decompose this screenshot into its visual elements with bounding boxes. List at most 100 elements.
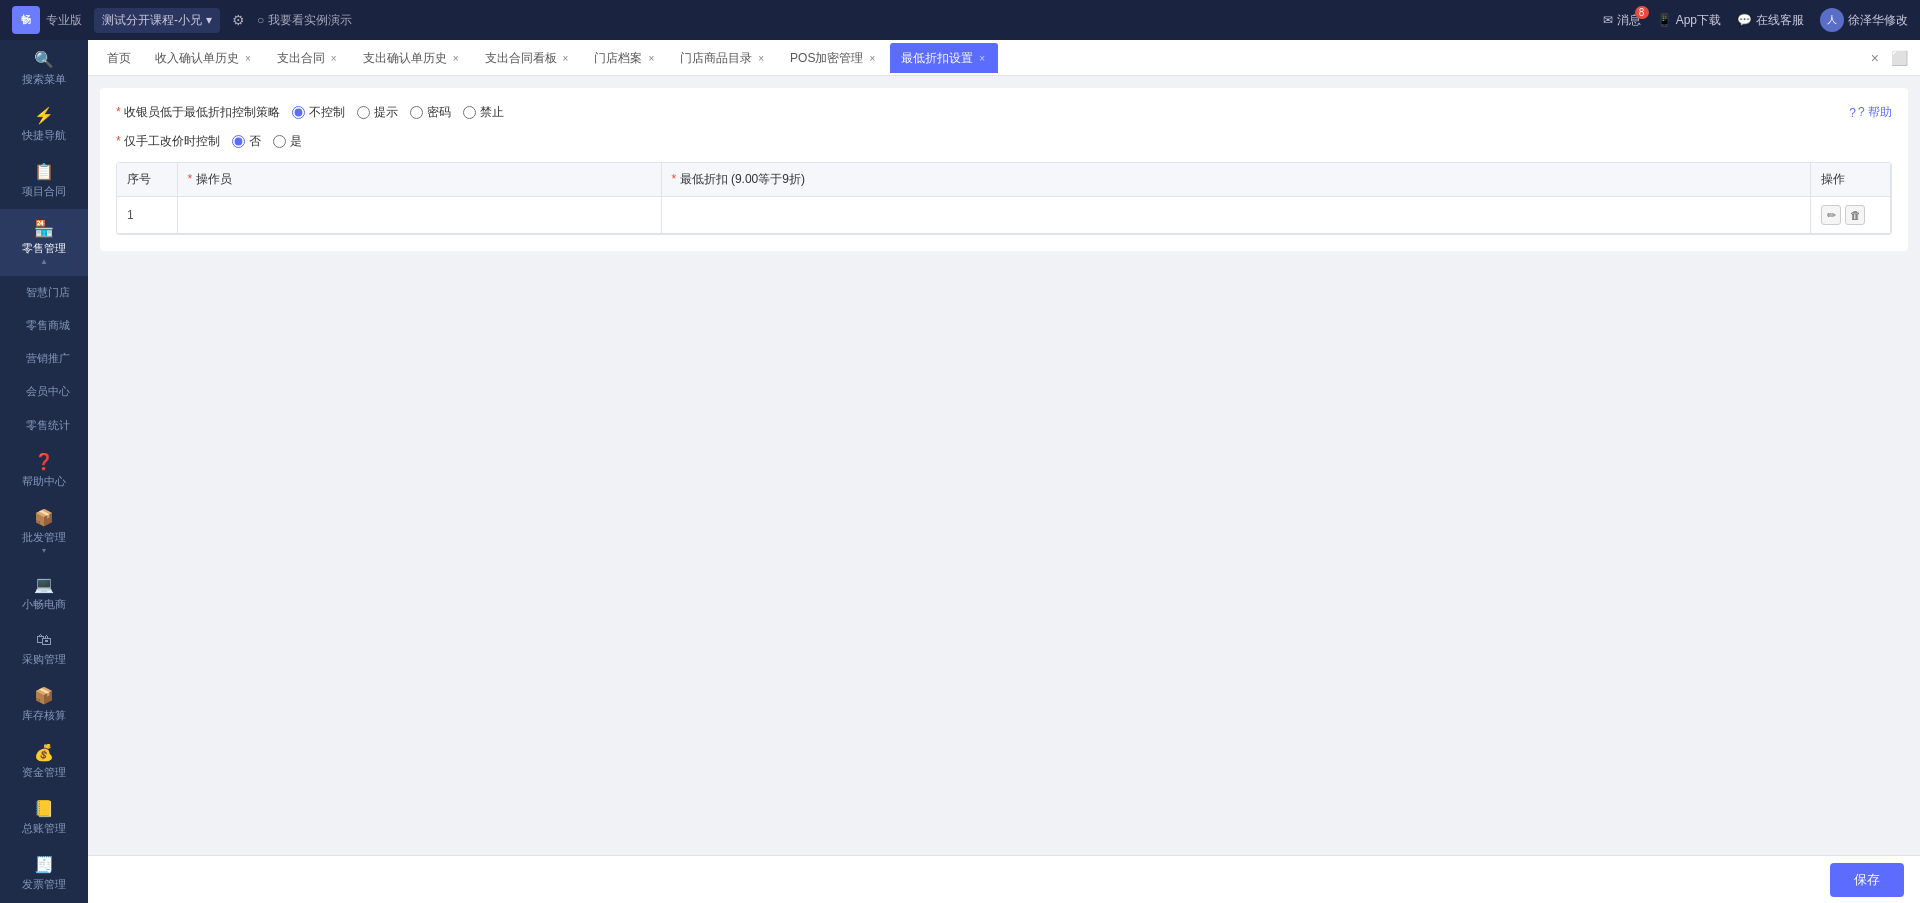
message-action[interactable]: ✉ 消息 8: [1603, 12, 1641, 29]
edit-row-button[interactable]: ✏: [1821, 205, 1841, 225]
tab-payment-board-label: 支出合同看板: [485, 50, 557, 67]
batch-icon: 📦: [34, 508, 54, 527]
tab-payment-history-close[interactable]: ×: [451, 53, 461, 64]
tab-home[interactable]: 首页: [96, 43, 142, 73]
sidebar-label-invoice: 发票管理: [22, 878, 66, 891]
radio-manual-yes-input[interactable]: [273, 135, 286, 148]
settings-icon[interactable]: ⚙: [232, 12, 245, 28]
tab-store-catalog[interactable]: 门店商品目录 ×: [669, 43, 777, 73]
tab-pos-password-close[interactable]: ×: [867, 53, 877, 64]
purchase-icon: 🛍: [36, 631, 52, 649]
tab-store-file-close[interactable]: ×: [646, 53, 656, 64]
manual-label: * 仅手工改价时控制: [116, 133, 220, 150]
radio-password[interactable]: 密码: [410, 104, 451, 121]
sidebar-item-retail[interactable]: 🏪 零售管理 ▲: [0, 209, 88, 276]
tab-store-catalog-close[interactable]: ×: [756, 53, 766, 64]
delete-row-button[interactable]: 🗑: [1845, 205, 1865, 225]
sidebar-label-smart-store: 智慧门店: [26, 286, 70, 299]
radio-remind-input[interactable]: [357, 106, 370, 119]
manual-required-mark: *: [116, 134, 124, 148]
sidebar-label-ledger: 总账管理: [22, 822, 66, 835]
discount-table: 序号 * 操作员 * 最低折扣 (9.00等于9折) 操作: [117, 163, 1891, 234]
tab-payment-history[interactable]: 支出确认单历史 ×: [352, 43, 472, 73]
project-name: 测试分开课程-小兄: [102, 12, 202, 29]
demo-label: 我要看实例演示: [268, 12, 352, 29]
row-actions: ✏ 🗑: [1821, 205, 1880, 225]
project-selector[interactable]: 测试分开课程-小兄 ▾: [94, 8, 220, 33]
sidebar-item-batch[interactable]: 📦 批发管理 ▾: [0, 498, 88, 565]
help-button[interactable]: ? ? 帮助: [1849, 104, 1892, 121]
tab-payment-contract[interactable]: 支出合同 ×: [266, 43, 350, 73]
sidebar-item-member[interactable]: 会员中心: [0, 375, 88, 408]
avatar: 人: [1820, 8, 1844, 32]
sidebar-item-inventory[interactable]: 📦 库存核算: [0, 676, 88, 732]
sidebar-label-ecommerce: 小畅电商: [22, 598, 66, 611]
user-profile[interactable]: 人 徐泽华修改: [1820, 8, 1908, 32]
min-discount-required-mark: *: [672, 172, 680, 186]
tab-store-file-label: 门店档案: [594, 50, 642, 67]
radio-no-control-label: 不控制: [309, 104, 345, 121]
app-download-action[interactable]: 📱 App下载: [1657, 12, 1721, 29]
main-layout: 🔍 搜索菜单 ⚡ 快捷导航 📋 项目合同 🏪 零售管理 ▲ 智慧门店 零售商城 …: [0, 40, 1920, 903]
sidebar-label-member: 会员中心: [26, 385, 70, 398]
tab-min-discount[interactable]: 最低折扣设置 ×: [890, 43, 998, 73]
tab-income-history[interactable]: 收入确认单历史 ×: [144, 43, 264, 73]
topbar-actions: ✉ 消息 8 📱 App下载 💬 在线客服 人 徐泽华修改: [1603, 8, 1908, 32]
online-service-label: 在线客服: [1756, 12, 1804, 29]
policy-radio-group: 不控制 提示 密码 禁止: [292, 104, 504, 121]
radio-remind[interactable]: 提示: [357, 104, 398, 121]
ecommerce-icon: 💻: [34, 575, 54, 594]
chevron-down-icon: ▾: [206, 13, 212, 27]
inventory-icon: 📦: [34, 686, 54, 705]
sidebar-item-smart-store[interactable]: 智慧门店: [0, 276, 88, 309]
tab-maximize-button[interactable]: ⬜: [1887, 48, 1912, 68]
tab-pos-password[interactable]: POS加密管理 ×: [779, 43, 888, 73]
sidebar-item-ecommerce[interactable]: 💻 小畅电商: [0, 565, 88, 621]
sidebar-item-retail-stats[interactable]: 零售统计: [0, 409, 88, 442]
tab-min-discount-close[interactable]: ×: [977, 53, 987, 64]
radio-password-input[interactable]: [410, 106, 423, 119]
policy-required-mark: *: [116, 105, 124, 119]
radio-manual-yes[interactable]: 是: [273, 133, 302, 150]
sidebar-label-marketing: 营销推广: [26, 352, 70, 365]
tab-payment-contract-close[interactable]: ×: [329, 53, 339, 64]
save-button[interactable]: 保存: [1830, 863, 1904, 897]
sidebar: 🔍 搜索菜单 ⚡ 快捷导航 📋 项目合同 🏪 零售管理 ▲ 智慧门店 零售商城 …: [0, 40, 88, 903]
sidebar-item-search[interactable]: 🔍 搜索菜单: [0, 40, 88, 96]
sidebar-item-ledger[interactable]: 📒 总账管理: [0, 789, 88, 845]
sidebar-item-project[interactable]: 📋 项目合同: [0, 152, 88, 208]
user-name: 徐泽华修改: [1848, 12, 1908, 29]
tab-payment-board[interactable]: 支出合同看板 ×: [474, 43, 582, 73]
sidebar-item-shortcut[interactable]: ⚡ 快捷导航: [0, 96, 88, 152]
radio-manual-no-input[interactable]: [232, 135, 245, 148]
tab-payment-board-close[interactable]: ×: [561, 53, 571, 64]
radio-manual-no[interactable]: 否: [232, 133, 261, 150]
sidebar-item-finance[interactable]: 💰 资金管理: [0, 733, 88, 789]
demo-link[interactable]: ○ 我要看实例演示: [257, 12, 352, 29]
tab-income-history-close[interactable]: ×: [243, 53, 253, 64]
online-service-action[interactable]: 💬 在线客服: [1737, 12, 1804, 29]
table-row: 1 ✏ 🗑: [117, 197, 1891, 234]
radio-no-control-input[interactable]: [292, 106, 305, 119]
sidebar-item-online-shop[interactable]: 零售商城: [0, 309, 88, 342]
col-header-seq: 序号: [117, 163, 177, 197]
radio-no-control[interactable]: 不控制: [292, 104, 345, 121]
manual-radio-group: 否 是: [232, 133, 302, 150]
settings-card: * 收银员低于最低折扣控制策略 不控制 提示 密码: [100, 88, 1908, 251]
tab-home-label: 首页: [107, 50, 131, 67]
operator-required-mark: *: [188, 172, 196, 186]
sidebar-item-help[interactable]: ❓ 帮助中心: [0, 442, 88, 498]
radio-forbid[interactable]: 禁止: [463, 104, 504, 121]
cell-actions: ✏ 🗑: [1811, 197, 1891, 234]
sidebar-item-purchase[interactable]: 🛍 采购管理: [0, 621, 88, 676]
tab-store-file[interactable]: 门店档案 ×: [583, 43, 667, 73]
sidebar-item-invoice[interactable]: 🧾 发票管理: [0, 845, 88, 901]
app-version-label: 专业版: [46, 12, 82, 29]
tab-close-all-button[interactable]: ×: [1867, 48, 1883, 68]
sidebar-item-marketing[interactable]: 营销推广: [0, 342, 88, 375]
sidebar-label-search: 搜索菜单: [22, 73, 66, 86]
help-icon: ❓: [34, 452, 54, 471]
radio-forbid-input[interactable]: [463, 106, 476, 119]
app-download-label: App下载: [1676, 12, 1721, 29]
ledger-icon: 📒: [34, 799, 54, 818]
